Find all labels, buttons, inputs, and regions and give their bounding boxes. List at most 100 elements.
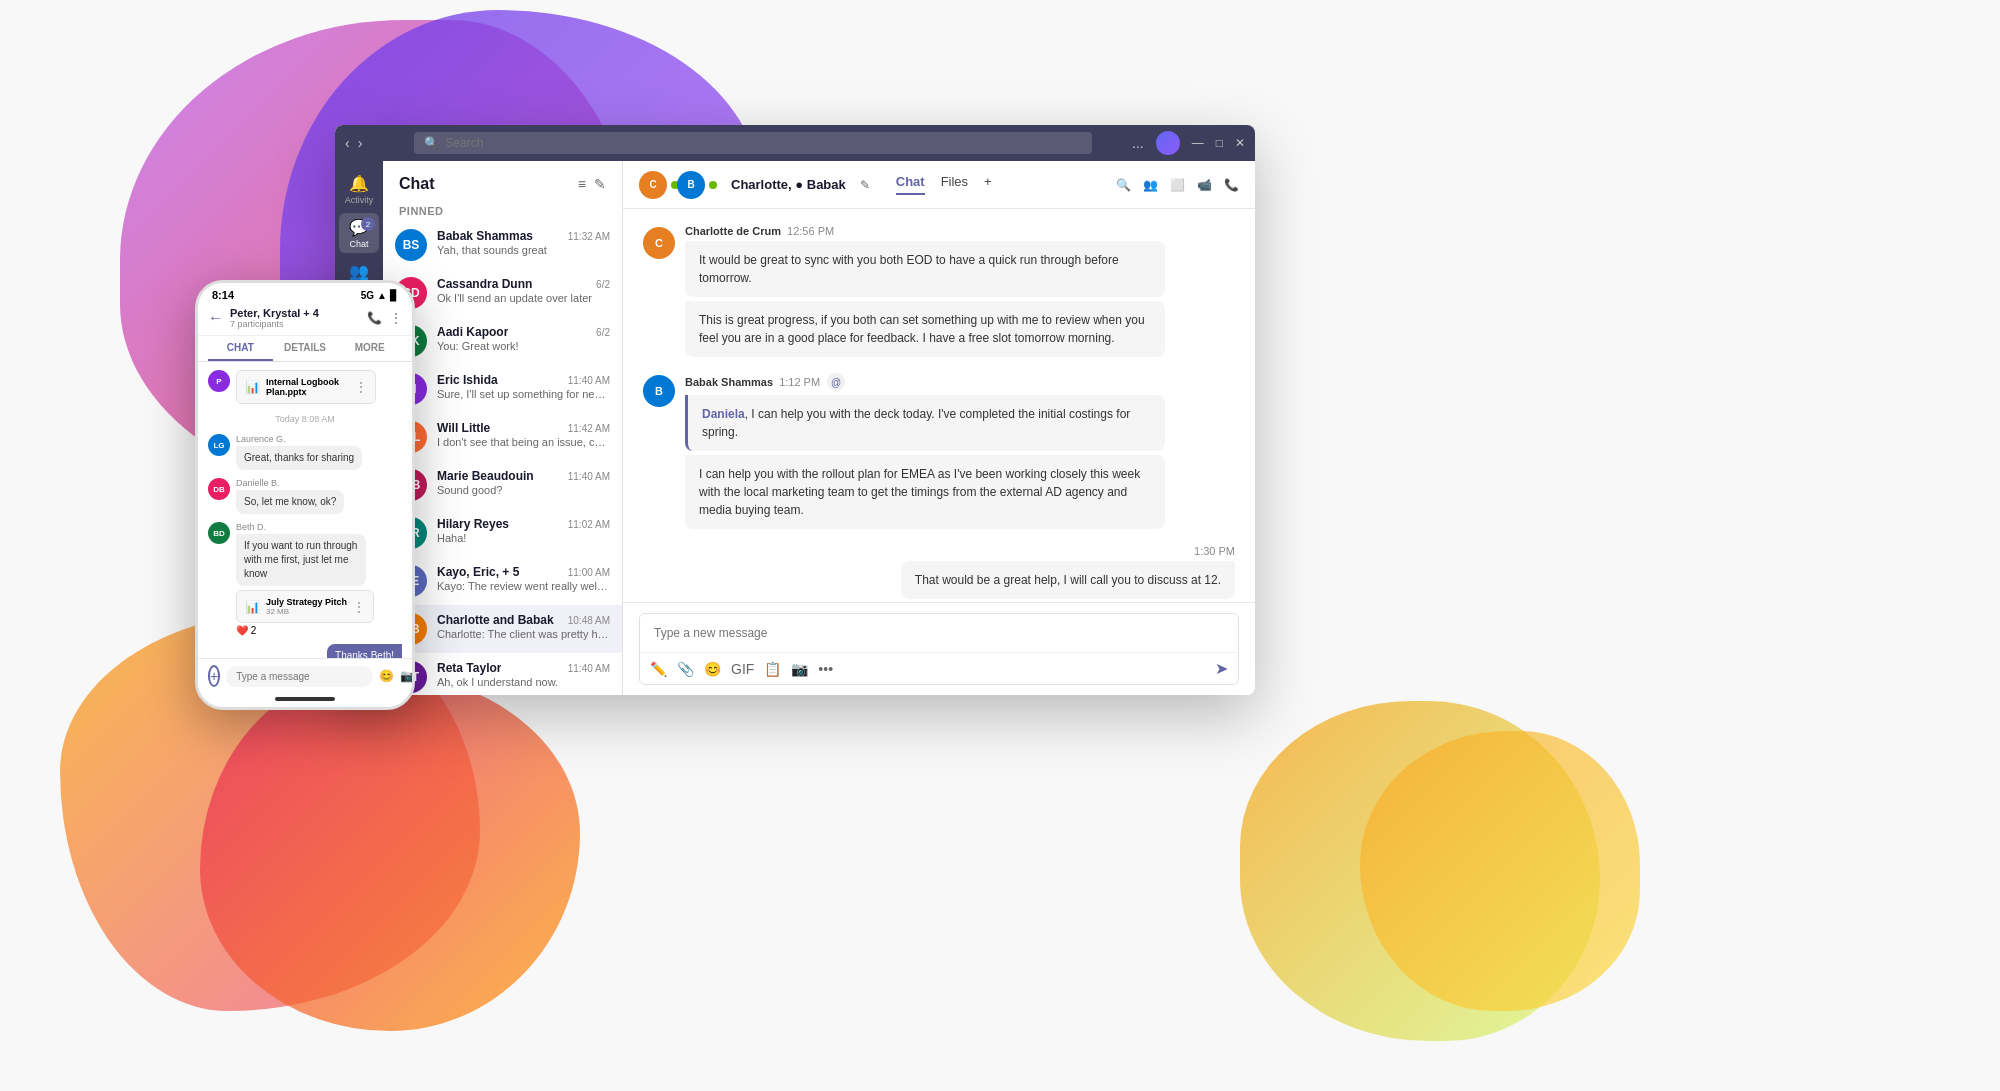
phone-messages: P 📊 Internal Logbook Plan.pptx ⋮ Today 8… (198, 362, 412, 658)
participants-icon[interactable]: 👥 (1143, 178, 1158, 192)
chat-item-name: Cassandra Dunn (437, 277, 532, 291)
chat-badge: 2 (361, 217, 375, 231)
send-button[interactable]: ➤ (1215, 659, 1228, 678)
msg-bubble: I can help you with the rollout plan for… (685, 455, 1165, 529)
chat-list-item[interactable]: CD Cassandra Dunn 6/2 Ok I'll send an up… (383, 269, 622, 317)
compose-input[interactable] (640, 614, 1238, 652)
title-bar-search[interactable]: 🔍 (414, 132, 1092, 154)
chat-item-time: 6/2 (596, 327, 610, 338)
msg-content-own: 1:30 PM That would be a great help, I wi… (755, 545, 1235, 602)
back-button[interactable]: ← (208, 309, 224, 327)
phone-emoji-button[interactable]: 😊 (379, 669, 394, 683)
more-tools-button[interactable]: ••• (818, 661, 833, 677)
chat-item-info: Eric Ishida 11:40 AM Sure, I'll set up s… (437, 373, 610, 400)
close-button[interactable]: ✕ (1235, 136, 1245, 150)
search-in-chat-icon[interactable]: 🔍 (1116, 178, 1131, 192)
chat-list-item[interactable]: KE Kayo, Eric, + 5 11:00 AM Kayo: The re… (383, 557, 622, 605)
audio-call-icon[interactable]: 📞 (1224, 178, 1239, 192)
edit-conversation-icon[interactable]: ✎ (860, 178, 870, 192)
sidebar-item-chat[interactable]: 2 💬 Chat (339, 213, 379, 253)
chat-item-preview: Sound good? (437, 484, 610, 496)
tab-chat[interactable]: Chat (896, 174, 925, 195)
phone-camera-button[interactable]: 📷 (400, 669, 415, 683)
chat-list-item[interactable]: MB Marie Beaudouin 11:40 AM Sound good? (383, 461, 622, 509)
file-icon: 📊 (245, 380, 260, 394)
phone-msg-avatar: P (208, 370, 230, 392)
phone-action-icons: 📞 ⋮ (367, 311, 402, 325)
phone-msg-sender: Laurence G. (236, 434, 362, 444)
phone-chat-sub: 7 participants (230, 319, 361, 329)
maximize-button[interactable]: □ (1216, 136, 1223, 150)
phone-msg-row: DB Danielle B. So, let me know, ok? (208, 478, 402, 514)
chat-item-time: 11:02 AM (568, 519, 610, 530)
bg-blob-6 (1360, 731, 1640, 1011)
user-avatar[interactable] (1156, 131, 1180, 155)
chat-tabs: Chat Files + (896, 174, 992, 195)
chat-list-item[interactable]: HR Hilary Reyes 11:02 AM Haha! (383, 509, 622, 557)
chat-list-item[interactable]: WL Will Little 11:42 AM I don't see that… (383, 413, 622, 461)
chat-item-time: 10:48 AM (568, 615, 610, 626)
chat-item-time: 11:42 AM (568, 423, 610, 434)
nav-forward-button[interactable]: › (358, 135, 363, 151)
phone-chat-info: Peter, Krystal + 4 7 participants (230, 307, 361, 329)
video-call-icon[interactable]: 📹 (1197, 178, 1212, 192)
phone-call-button[interactable]: 📞 (367, 311, 382, 325)
chat-item-time: 11:32 AM (568, 231, 610, 242)
sticker-button[interactable]: 📋 (764, 661, 781, 677)
emoji-button[interactable]: 😊 (704, 661, 721, 677)
chat-main-header: C B Charlotte, ● Babak ✎ Chat Files + 🔍 … (623, 161, 1255, 209)
image-button[interactable]: 📷 (791, 661, 808, 677)
minimize-button[interactable]: — (1192, 136, 1204, 150)
chat-list-item[interactable]: AK Aadi Kapoor 6/2 You: Great work! (383, 317, 622, 365)
compose-area: ✏️ 📎 😊 GIF 📋 📷 ••• ➤ (623, 602, 1255, 695)
tab-files[interactable]: Files (941, 174, 968, 195)
messages-area: C Charlotte de Crum 12:56 PM It would be… (623, 209, 1255, 602)
gif-button[interactable]: GIF (731, 661, 754, 677)
chat-list-item[interactable]: CB Charlotte and Babak 10:48 AM Charlott… (383, 605, 622, 653)
phone-tab-details[interactable]: DETAILS (273, 336, 338, 361)
new-chat-button[interactable]: ✎ (594, 176, 606, 192)
chat-item-info: Charlotte and Babak 10:48 AM Charlotte: … (437, 613, 610, 640)
chat-item-time: 11:40 AM (568, 471, 610, 482)
sidebar-item-activity[interactable]: 🔔 Activity (339, 169, 379, 209)
file-menu-icon[interactable]: ⋮ (353, 600, 365, 614)
chat-list-item[interactable]: RT Reta Taylor 11:40 AM Ah, ok I underst… (383, 653, 622, 695)
phone-msg-bubble: If you want to run through with me first… (236, 534, 366, 586)
phone-msg-row: P 📊 Internal Logbook Plan.pptx ⋮ (208, 370, 402, 404)
phone-compose-input[interactable] (226, 666, 373, 687)
filter-button[interactable]: ≡ (578, 176, 586, 192)
phone-msg-row: BD Beth D. If you want to run through wi… (208, 522, 402, 636)
phone-tab-chat[interactable]: CHAT (208, 336, 273, 361)
chat-item-top: Cassandra Dunn 6/2 (437, 277, 610, 291)
phone-add-button[interactable]: + (208, 665, 220, 687)
title-bar: ‹ › 🔍 ... — □ ✕ (335, 125, 1255, 161)
tab-add[interactable]: + (984, 174, 992, 195)
format-text-button[interactable]: ✏️ (650, 661, 667, 677)
file-menu-icon[interactable]: ⋮ (355, 380, 367, 394)
chat-item-info: Will Little 11:42 AM I don't see that be… (437, 421, 610, 448)
chat-list-item[interactable]: EI Eric Ishida 11:40 AM Sure, I'll set u… (383, 365, 622, 413)
expand-icon[interactable]: ⬜ (1170, 178, 1185, 192)
chat-item-info: Hilary Reyes 11:02 AM Haha! (437, 517, 610, 544)
chat-item-time: 6/2 (596, 279, 610, 290)
chat-list-item[interactable]: BS Babak Shammas 11:32 AM Yah, that soun… (383, 221, 622, 269)
chat-item-info: Reta Taylor 11:40 AM Ah, ok I understand… (437, 661, 610, 688)
attach-button[interactable]: 📎 (677, 661, 694, 677)
search-input[interactable] (445, 136, 1082, 150)
chat-label: Chat (349, 239, 368, 249)
phone-more-button[interactable]: ⋮ (390, 311, 402, 325)
chat-item-info: Kayo, Eric, + 5 11:00 AM Kayo: The revie… (437, 565, 610, 592)
chat-item-info: Marie Beaudouin 11:40 AM Sound good? (437, 469, 610, 496)
message-group: B Babak Shammas 1:12 PM @ Daniela, I can… (643, 373, 1235, 529)
chat-item-preview: I don't see that being an issue, can tak… (437, 436, 610, 448)
bg-blob-4 (200, 671, 580, 1031)
nav-back-button[interactable]: ‹ (345, 135, 350, 151)
phone-msg-content: Beth D. If you want to run through with … (236, 522, 374, 636)
chat-list-panel: Chat ≡ ✎ Pinned BS Babak Shammas 11:32 A… (383, 161, 623, 695)
more-options-button[interactable]: ... (1132, 135, 1144, 151)
phone-home-indicator (198, 693, 412, 707)
phone-tab-more[interactable]: MORE (337, 336, 402, 361)
chat-avatar: BS (395, 229, 427, 261)
phone-reaction: ❤️ 2 (236, 625, 374, 636)
phone-status-icons: 5G ▲ ▊ (361, 290, 398, 301)
